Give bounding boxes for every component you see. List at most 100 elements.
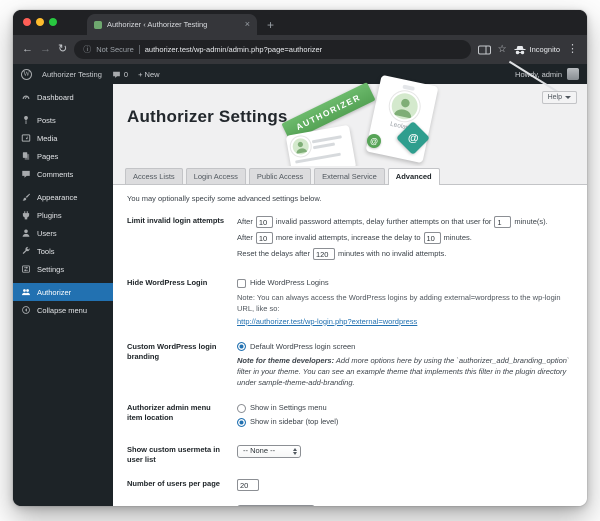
row-usermeta: Show custom usermeta in user list -- Non…: [127, 444, 573, 465]
adminbar-comment-count: 0: [123, 69, 129, 79]
sidebar-item-dashboard[interactable]: Dashboard: [13, 88, 113, 106]
tab-title: Authorizer ‹ Authorizer Testing: [107, 20, 208, 29]
radio-label: Show in Settings menu: [250, 403, 327, 412]
sidebar-item-label: Tools: [37, 246, 55, 256]
users-icon: [22, 229, 30, 237]
sidebar-item-tools[interactable]: Tools: [13, 242, 113, 260]
limit-text: minutes with no invalid attempts.: [337, 248, 447, 258]
tab-public-access[interactable]: Public Access: [248, 168, 312, 184]
row-sort-method: Approved users sort method Date approved: [127, 505, 573, 506]
forward-icon[interactable]: →: [40, 44, 51, 55]
sidebar-item-plugins[interactable]: Plugins: [13, 206, 113, 224]
tab-close-icon[interactable]: ×: [245, 20, 250, 29]
wordpress-logo-icon[interactable]: W: [21, 68, 32, 80]
page-header: Authorizer Settings AUTHORIZER Leolani @…: [113, 60, 587, 180]
field-label: Show custom usermeta in user list: [127, 444, 220, 464]
limit-text: invalid password attempts, delay further…: [275, 216, 492, 226]
collapse-arrow-icon: [22, 306, 30, 314]
row-menu-location: Authorizer admin menu item location Show…: [127, 403, 573, 431]
browser-window: Authorizer ‹ Authorizer Testing × + ← → …: [13, 10, 587, 506]
plugins-icon: [22, 211, 30, 220]
checkbox-label: Hide WordPress Logins: [250, 278, 329, 287]
delay-increase-input[interactable]: [423, 232, 441, 244]
tab-external-service[interactable]: External Service: [314, 168, 385, 184]
branding-note: Note for theme developers: Add more opti…: [237, 356, 573, 389]
comments-bubble-icon: [113, 71, 120, 78]
posts-pin-icon: [24, 115, 28, 124]
sidebar-item-label: Collapse menu: [37, 305, 88, 315]
reload-icon[interactable]: ↻: [58, 44, 67, 55]
row-login-branding: Custom WordPress login branding Default …: [127, 342, 573, 390]
window-controls: [23, 18, 57, 26]
select-arrows-icon: [293, 447, 297, 455]
zoom-window-button[interactable]: [49, 18, 57, 26]
field-label: Authorizer admin menu item location: [127, 403, 211, 423]
row-limit-invalid-attempts: Limit invalid login attempts After inval…: [127, 216, 573, 264]
bookmark-star-icon[interactable]: ☆: [498, 44, 507, 55]
sidebar-item-label: Users: [37, 228, 57, 238]
users-per-page-input[interactable]: [237, 479, 259, 491]
limit-text: minutes.: [443, 232, 472, 242]
usermeta-select[interactable]: -- None --: [237, 444, 301, 458]
sidebar-item-settings[interactable]: Settings: [13, 260, 113, 278]
new-tab-button[interactable]: +: [267, 19, 274, 31]
sidebar-item-pages[interactable]: Pages: [13, 147, 113, 165]
authorizer-groups-icon: [21, 289, 31, 296]
wp-login-link[interactable]: http://authorizer.test/wp-login.php?exte…: [237, 317, 417, 328]
delay-minutes-input[interactable]: [494, 216, 512, 228]
tab-access-lists[interactable]: Access Lists: [125, 168, 183, 184]
incognito-icon: [514, 45, 526, 54]
sidebar-item-users[interactable]: Users: [13, 224, 113, 242]
at-symbol-circle: @: [367, 134, 381, 148]
incognito-badge: Incognito: [514, 45, 560, 55]
limit-text: After: [237, 216, 253, 226]
hide-login-note: Note: You can always access the WordPres…: [237, 292, 561, 313]
avatar: [567, 68, 579, 80]
menu-settings-radio[interactable]: [237, 403, 246, 413]
branding-note-lead: Note for theme developers:: [237, 356, 335, 366]
banner-illustration: AUTHORIZER Leolani @ @: [273, 60, 587, 180]
attempts-2-input[interactable]: [255, 232, 273, 244]
attempts-1-input[interactable]: [255, 216, 273, 228]
radio-label: Default WordPress login screen: [250, 341, 356, 351]
sidebar-item-media[interactable]: Media: [13, 129, 113, 147]
field-label: Number of users per page: [127, 479, 220, 488]
badge-hole: [402, 84, 415, 91]
reset-duration-input[interactable]: [312, 248, 335, 260]
adminbar-new-button[interactable]: + New: [138, 70, 159, 79]
wp-admin-menu: Dashboard Posts Media Pages Comments App…: [13, 84, 113, 506]
address-bar[interactable]: ⓘ Not Secure authorizer.test/wp-admin/ad…: [74, 40, 471, 59]
field-label: Hide WordPress Login: [127, 278, 208, 287]
tab-advanced[interactable]: Advanced: [387, 168, 440, 185]
tab-login-access[interactable]: Login Access: [185, 168, 246, 184]
sidebar-item-comments[interactable]: Comments: [13, 165, 113, 183]
settings-icon: [22, 265, 30, 273]
close-window-button[interactable]: [23, 18, 31, 26]
branding-default-radio[interactable]: [237, 342, 246, 352]
select-value: -- None --: [243, 445, 276, 455]
sidebar-item-posts[interactable]: Posts: [13, 111, 113, 129]
adminbar-comments[interactable]: 0: [112, 70, 128, 79]
adminbar-site-name[interactable]: Authorizer Testing: [42, 70, 102, 79]
back-icon[interactable]: ←: [22, 44, 33, 55]
sidebar-item-collapse-menu[interactable]: Collapse menu: [13, 301, 113, 319]
limit-text: minute(s).: [514, 216, 548, 226]
sidebar-item-label: Media: [37, 133, 58, 143]
sidebar-item-authorizer[interactable]: Authorizer: [13, 283, 113, 301]
browser-menu-icon[interactable]: ⋮: [567, 44, 578, 55]
tab-favicon-icon: [94, 20, 102, 29]
menu-sidebar-radio[interactable]: [237, 417, 246, 427]
sidebar-item-label: Authorizer: [37, 287, 72, 297]
badge-avatar: [389, 90, 421, 122]
at-glyph: @: [407, 131, 419, 144]
hide-login-checkbox[interactable]: [237, 278, 246, 288]
sort-method-select[interactable]: Date approved: [237, 505, 315, 506]
browser-tab[interactable]: Authorizer ‹ Authorizer Testing ×: [87, 14, 257, 35]
sidebar-item-label: Plugins: [37, 210, 62, 220]
side-panel-icon[interactable]: [477, 45, 491, 55]
minimize-window-button[interactable]: [36, 18, 44, 26]
site-info-icon[interactable]: ⓘ: [83, 44, 91, 55]
intro-text: You may optionally specify some advanced…: [127, 194, 322, 203]
sidebar-item-appearance[interactable]: Appearance: [13, 188, 113, 206]
help-button[interactable]: Help: [541, 91, 577, 104]
